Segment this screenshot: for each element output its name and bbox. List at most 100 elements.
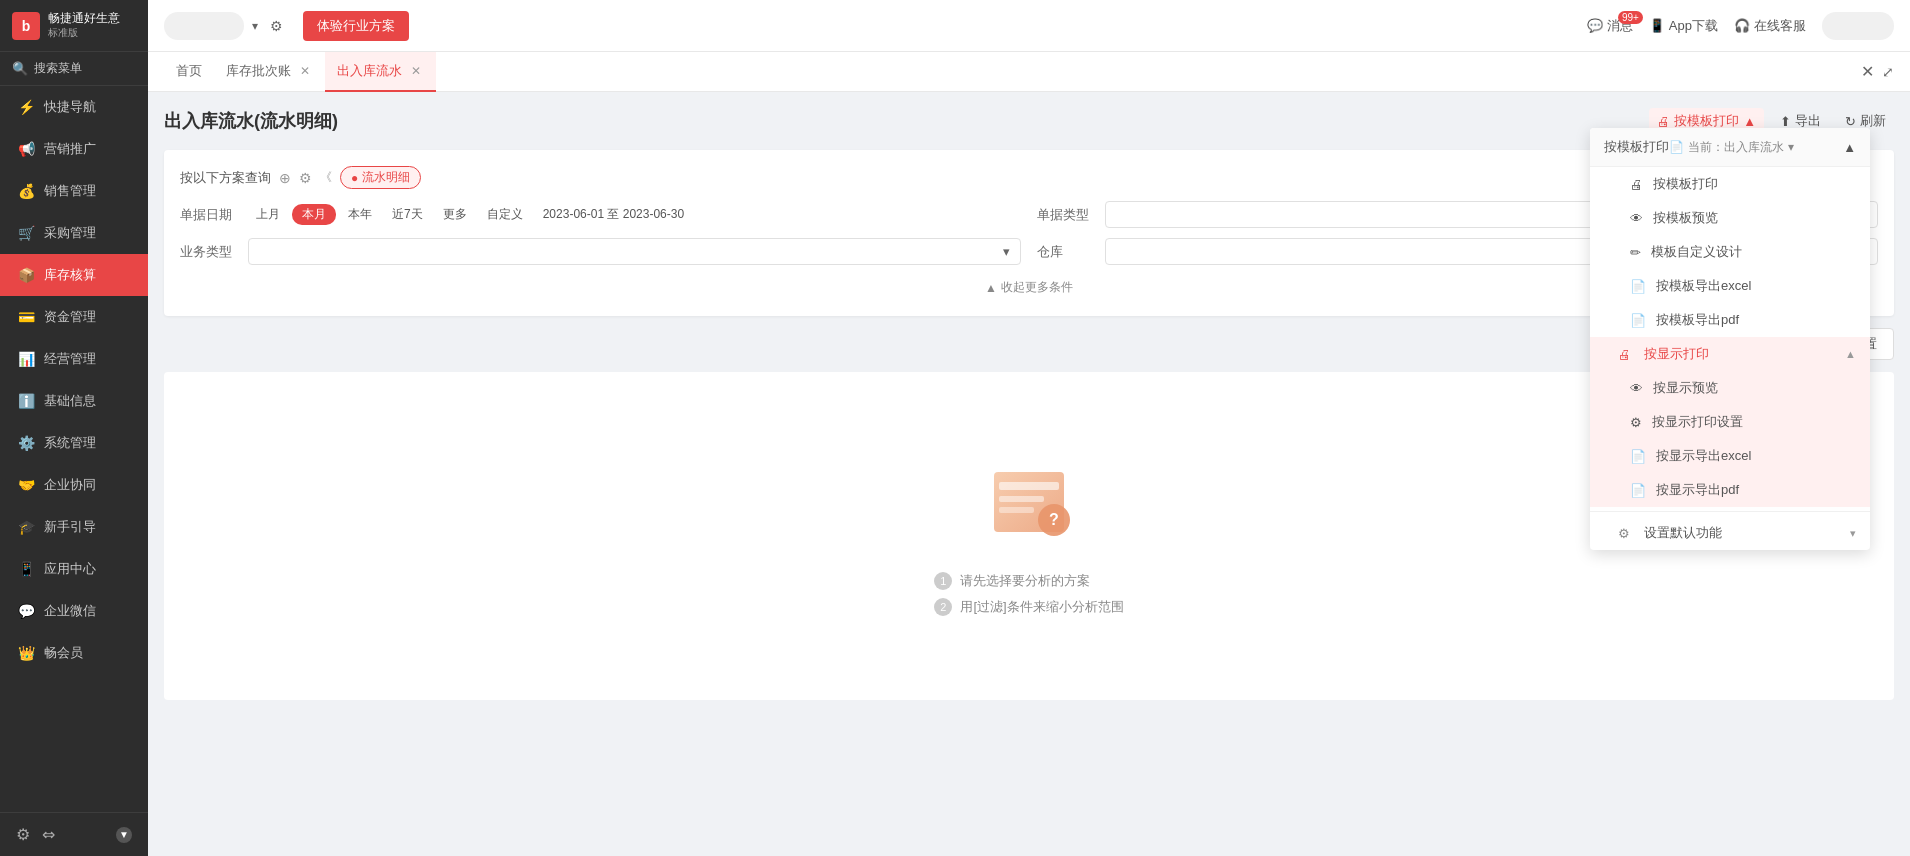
tab-batch-ledger-close[interactable]: ✕ [297, 63, 313, 79]
nav-label-guide: 新手引导 [44, 518, 96, 536]
display-item-label-1: 按显示打印设置 [1652, 413, 1743, 431]
dropdown-divider [1590, 511, 1870, 512]
template-item-4[interactable]: 📄按模板导出pdf [1590, 303, 1870, 337]
nav-label-operations: 经营管理 [44, 350, 96, 368]
messages-item[interactable]: 💬 消息 99+ [1587, 17, 1633, 35]
template-item-1[interactable]: 👁按模板预览 [1590, 201, 1870, 235]
display-item-3[interactable]: 📄按显示导出pdf [1590, 473, 1870, 507]
nav-icon-guide: 🎓 [16, 519, 36, 535]
nav-icon-sales: 💰 [16, 183, 36, 199]
sidebar-item-wecom[interactable]: 💬企业微信 [0, 590, 148, 632]
sidebar-item-vip[interactable]: 👑畅会员 [0, 632, 148, 674]
nav-icon-finance: 💳 [16, 309, 36, 325]
date-shortcut-本月[interactable]: 本月 [292, 204, 336, 225]
filter-tag: ● 流水明细 [340, 166, 421, 189]
filter-date-field: 单据日期 上月本月本年近7天更多自定义 2023-06-01 至 2023-06… [180, 204, 1021, 225]
template-item-label-3: 按模板导出excel [1656, 277, 1751, 295]
filter-biz-field: 业务类型 ▾ [180, 238, 1021, 265]
tab-home[interactable]: 首页 [164, 52, 214, 92]
sidebar-item-basic[interactable]: ℹ️ 基础信息 [0, 380, 148, 422]
nav-label-finance: 资金管理 [44, 308, 96, 326]
tab-home-label: 首页 [176, 62, 202, 80]
tab-flow-close[interactable]: ✕ [408, 63, 424, 79]
date-shortcut-自定义[interactable]: 自定义 [479, 204, 531, 225]
filter-tag-label: 流水明细 [362, 169, 410, 186]
logo-sub: 标准版 [48, 26, 120, 40]
filter-add-button[interactable]: ⊕ [279, 170, 291, 186]
sidebar-item-operations[interactable]: 📊经营管理 [0, 338, 148, 380]
current-label: 当前：出入库流水 [1688, 139, 1784, 156]
sidebar-nav: ⚡快捷导航📢营销推广💰销售管理🛒采购管理📦库存核算 💳 资金管理 📊经营管理 ℹ️ 基础信… [0, 86, 148, 812]
export-icon: ⬆ [1780, 114, 1791, 129]
sidebar-item-enterprise[interactable]: 🤝企业协同 [0, 464, 148, 506]
template-item-2[interactable]: ✏模板自定义设计 [1590, 235, 1870, 269]
sidebar-item-marketing[interactable]: 📢营销推广 [0, 128, 148, 170]
nav-label-vip: 畅会员 [44, 644, 83, 662]
header-gear-icon[interactable]: ⚙ [270, 18, 283, 34]
sidebar-scroll-down[interactable]: ▼ [116, 827, 132, 843]
sidebar-item-system[interactable]: ⚙️ 系统管理 [0, 422, 148, 464]
nav-icon-marketing: 📢 [16, 141, 36, 157]
collapse-icon[interactable]: ⇔ [42, 825, 55, 844]
page-content: 出入库流水(流水明细) 🖨 按模板打印 ▲ ⬆ 导出 ↻ 刷新 [148, 92, 1910, 856]
dropdown-header-label: 按模板打印 [1604, 138, 1669, 156]
nav-icon-purchase: 🛒 [16, 225, 36, 241]
online-service-label: 在线客服 [1754, 17, 1806, 35]
date-shortcut-近7天[interactable]: 近7天 [384, 204, 431, 225]
sidebar-item-sales[interactable]: 💰销售管理 [0, 170, 148, 212]
trial-button[interactable]: 体验行业方案 [303, 11, 409, 41]
filter-collapse-button[interactable]: 《 [320, 169, 332, 186]
messages-badge: 99+ [1618, 11, 1643, 24]
dropdown-header-chevron: ▾ [1788, 140, 1794, 154]
tabs-maximize-button[interactable]: ⤢ [1882, 64, 1894, 80]
sidebar-item-guide[interactable]: 🎓 新手引导 [0, 506, 148, 548]
sidebar-item-finance[interactable]: 💳 资金管理 [0, 296, 148, 338]
biz-type-select[interactable]: ▾ [248, 238, 1021, 265]
tabs-actions: ✕ ⤢ [1861, 62, 1894, 81]
sidebar-item-quick-nav[interactable]: ⚡快捷导航 [0, 86, 148, 128]
template-item-label-4: 按模板导出pdf [1656, 311, 1739, 329]
template-item-0[interactable]: 🖨按模板打印 [1590, 167, 1870, 201]
date-shortcut-更多[interactable]: 更多 [435, 204, 475, 225]
default-label: 设置默认功能 [1644, 524, 1722, 542]
online-service-item[interactable]: 🎧 在线客服 [1734, 17, 1806, 35]
header-avatar[interactable] [1822, 12, 1894, 40]
display-section-header[interactable]: 🖨 按显示打印 ▲ [1590, 337, 1870, 371]
app-download-label: App下载 [1669, 17, 1718, 35]
template-item-3[interactable]: 📄按模板导出excel [1590, 269, 1870, 303]
display-item-2[interactable]: 📄按显示导出excel [1590, 439, 1870, 473]
display-section-title: 按显示打印 [1644, 345, 1709, 363]
filter-label: 按以下方案查询 [180, 169, 271, 187]
nav-label-basic: 基础信息 [44, 392, 96, 410]
header-chevron-icon[interactable]: ▾ [252, 19, 258, 33]
app-download-item[interactable]: 📱 App下载 [1649, 17, 1718, 35]
filter-settings-button[interactable]: ⚙ [299, 170, 312, 186]
search-menu-item[interactable]: 🔍 搜索菜单 [0, 52, 148, 86]
tabs-close-all-button[interactable]: ✕ [1861, 62, 1874, 81]
sidebar: b 畅捷通好生意 标准版 🔍 搜索菜单 ⚡快捷导航📢营销推广💰销售管理🛒采购管理… [0, 0, 148, 856]
tab-batch-ledger[interactable]: 库存批次账 ✕ [214, 52, 325, 92]
dropdown-collapse-icon[interactable]: ▲ [1843, 140, 1856, 155]
tab-flow[interactable]: 出入库流水 ✕ [325, 52, 436, 92]
warehouse-label: 仓库 [1037, 243, 1097, 261]
svg-rect-2 [999, 496, 1044, 502]
collapse-up-icon: ▲ [985, 281, 997, 295]
sidebar-item-purchase[interactable]: 🛒采购管理 [0, 212, 148, 254]
sidebar-item-inventory[interactable]: 📦库存核算 [0, 254, 148, 296]
settings-icon[interactable]: ⚙ [16, 825, 30, 844]
sidebar-item-app-center[interactable]: 📱应用中心 [0, 548, 148, 590]
set-default-item[interactable]: ⚙ 设置默认功能 ▾ [1590, 516, 1870, 550]
date-shortcut-上月[interactable]: 上月 [248, 204, 288, 225]
nav-icon-basic: ℹ️ [16, 393, 36, 409]
nav-label-system: 系统管理 [44, 434, 96, 452]
current-page-icon: 📄 [1669, 140, 1684, 154]
date-shortcut-本年[interactable]: 本年 [340, 204, 380, 225]
display-item-1[interactable]: ⚙按显示打印设置 [1590, 405, 1870, 439]
print-dropdown-panel: 按模板打印 📄 当前：出入库流水 ▾ ▲ 🖨按模板打印👁按模板预览✏模板自定义设… [1590, 128, 1870, 550]
template-item-icon-2: ✏ [1630, 245, 1641, 260]
nav-icon-system: ⚙️ [16, 435, 36, 451]
date-shortcuts: 上月本月本年近7天更多自定义 [248, 204, 531, 225]
template-item-icon-0: 🖨 [1630, 177, 1643, 192]
nav-icon-inventory: 📦 [16, 267, 36, 283]
display-item-0[interactable]: 👁按显示预览 [1590, 371, 1870, 405]
